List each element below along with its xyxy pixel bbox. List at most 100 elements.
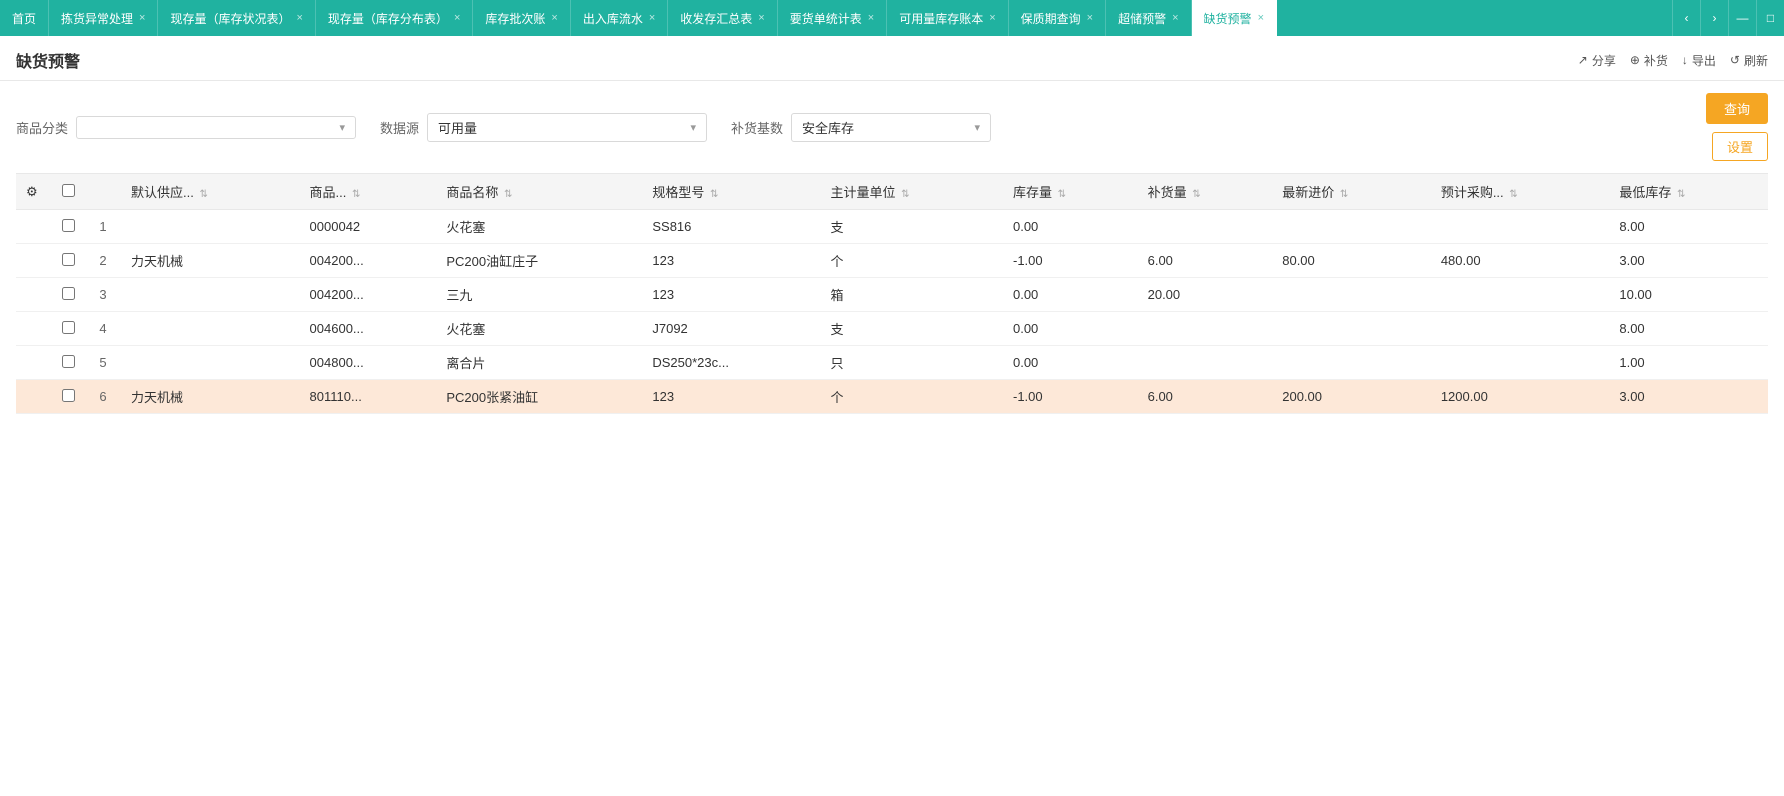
replenish-base-select[interactable]: 安全库存 ▾: [791, 113, 991, 142]
cell-supplier: 力天机械: [121, 244, 300, 278]
tab-batch-account[interactable]: 库存批次账 ×: [473, 0, 570, 36]
table-row[interactable]: 1 0000042 火花塞 SS816 支 0.00 8.00: [16, 210, 1768, 244]
close-icon[interactable]: ×: [1087, 12, 1093, 24]
table-row[interactable]: 4 004600... 火花塞 J7092 支 0.00 8.00: [16, 312, 1768, 346]
refresh-action[interactable]: ↺ 刷新: [1730, 52, 1768, 69]
cell-spec: SS816: [642, 210, 820, 244]
window-maximize-button[interactable]: □: [1756, 0, 1784, 36]
tab-inventory-status[interactable]: 现存量（库存状况表） ×: [158, 0, 315, 36]
cell-product-name: 火花塞: [436, 210, 642, 244]
export-action[interactable]: ↓ 导出: [1682, 52, 1716, 69]
close-icon[interactable]: ×: [139, 12, 145, 24]
close-icon[interactable]: ×: [1172, 12, 1178, 24]
close-icon[interactable]: ×: [868, 12, 874, 24]
tab-next-button[interactable]: ›: [1700, 0, 1728, 36]
table-row[interactable]: 5 004800... 离合片 DS250*23c... 只 0.00 1.00: [16, 346, 1768, 380]
row-checkbox[interactable]: [62, 219, 75, 232]
cell-product-name: PC200张紧油缸: [436, 380, 642, 414]
tab-expiry-query[interactable]: 保质期查询 ×: [1009, 0, 1106, 36]
cell-index: 4: [85, 312, 121, 346]
th-unit[interactable]: 主计量单位 ⇅: [820, 174, 1003, 210]
share-action[interactable]: ↗ 分享: [1578, 52, 1616, 69]
th-product-name[interactable]: 商品名称 ⇅: [436, 174, 642, 210]
tab-receive-summary[interactable]: 收发存汇总表 ×: [668, 0, 777, 36]
table-row[interactable]: 2 力天机械 004200... PC200油缸庄子 123 个 -1.00 6…: [16, 244, 1768, 278]
cell-checkbox[interactable]: [52, 312, 85, 346]
close-icon[interactable]: ×: [989, 12, 995, 24]
table-body: 1 0000042 火花塞 SS816 支 0.00 8.00 2 力天机械 0…: [16, 210, 1768, 414]
sort-icon: ⇅: [1677, 189, 1685, 200]
cell-checkbox[interactable]: [52, 380, 85, 414]
th-spec[interactable]: 规格型号 ⇅: [642, 174, 820, 210]
th-replenish-qty[interactable]: 补货量 ⇅: [1138, 174, 1273, 210]
cell-est-purchase: 1200.00: [1431, 380, 1610, 414]
export-icon: ↓: [1682, 53, 1688, 67]
th-checkbox: [52, 174, 85, 210]
cell-latest-price: [1272, 210, 1431, 244]
cell-est-purchase: [1431, 210, 1610, 244]
tab-available-ledger[interactable]: 可用量库存账本 ×: [887, 0, 1008, 36]
table-row[interactable]: 6 力天机械 801110... PC200张紧油缸 123 个 -1.00 6…: [16, 380, 1768, 414]
cell-replenish-qty: 6.00: [1138, 244, 1273, 278]
datasource-label: 数据源: [380, 118, 419, 137]
th-est-purchase[interactable]: 预计采购... ⇅: [1431, 174, 1610, 210]
sort-icon: ⇅: [504, 189, 512, 200]
row-checkbox[interactable]: [62, 253, 75, 266]
cell-min-stock: 10.00: [1609, 278, 1768, 312]
query-button[interactable]: 查询: [1706, 93, 1768, 124]
cell-checkbox[interactable]: [52, 346, 85, 380]
cell-replenish-qty: 6.00: [1138, 380, 1273, 414]
tab-inventory-dist[interactable]: 现存量（库存分布表） ×: [316, 0, 473, 36]
tab-inout-flow[interactable]: 出入库流水 ×: [571, 0, 668, 36]
cell-unit: 支: [820, 312, 1003, 346]
cell-stock-qty: 0.00: [1003, 278, 1138, 312]
tab-order-stats[interactable]: 要货单统计表 ×: [778, 0, 887, 36]
refresh-icon: ↺: [1730, 53, 1740, 67]
cell-est-purchase: [1431, 346, 1610, 380]
settings-button[interactable]: 设置: [1712, 132, 1768, 161]
cell-product-name: 火花塞: [436, 312, 642, 346]
cell-stock-qty: -1.00: [1003, 380, 1138, 414]
cell-checkbox[interactable]: [52, 244, 85, 278]
th-settings[interactable]: ⚙: [16, 174, 52, 210]
datasource-select[interactable]: 可用量 ▾: [427, 113, 707, 142]
close-icon[interactable]: ×: [649, 12, 655, 24]
cell-spec: 123: [642, 380, 820, 414]
row-checkbox[interactable]: [62, 287, 75, 300]
close-icon[interactable]: ×: [296, 12, 302, 24]
cell-settings: [16, 346, 52, 380]
close-icon[interactable]: ×: [551, 12, 557, 24]
th-latest-price[interactable]: 最新进价 ⇅: [1272, 174, 1431, 210]
replenish-base-value: 安全库存: [802, 118, 854, 137]
data-table: ⚙ 默认供应... ⇅ 商品... ⇅ 商品名称: [16, 173, 1768, 414]
row-checkbox[interactable]: [62, 355, 75, 368]
cell-stock-qty: 0.00: [1003, 346, 1138, 380]
th-min-stock[interactable]: 最低库存 ⇅: [1609, 174, 1768, 210]
replenish-action[interactable]: ⊕ 补货: [1630, 52, 1668, 69]
sort-icon: ⇅: [710, 189, 718, 200]
cell-product-code: 801110...: [300, 380, 437, 414]
close-icon[interactable]: ×: [454, 12, 460, 24]
th-supplier[interactable]: 默认供应... ⇅: [121, 174, 300, 210]
header-actions: ↗ 分享 ⊕ 补货 ↓ 导出 ↺ 刷新: [1578, 52, 1768, 69]
close-icon[interactable]: ×: [1258, 12, 1264, 24]
row-checkbox[interactable]: [62, 321, 75, 334]
row-checkbox[interactable]: [62, 389, 75, 402]
th-stock-qty[interactable]: 库存量 ⇅: [1003, 174, 1138, 210]
window-minimize-button[interactable]: —: [1728, 0, 1756, 36]
chevron-down-icon: ▾: [691, 121, 697, 134]
th-product-code[interactable]: 商品... ⇅: [300, 174, 437, 210]
cell-checkbox[interactable]: [52, 210, 85, 244]
select-all-checkbox[interactable]: [62, 184, 75, 197]
table-row[interactable]: 3 004200... 三九 123 箱 0.00 20.00 10.00: [16, 278, 1768, 312]
cell-checkbox[interactable]: [52, 278, 85, 312]
tab-home[interactable]: 首页: [0, 0, 49, 36]
tab-prev-button[interactable]: ‹: [1672, 0, 1700, 36]
cell-unit: 箱: [820, 278, 1003, 312]
cell-settings: [16, 244, 52, 278]
category-select[interactable]: ▾: [76, 116, 356, 139]
close-icon[interactable]: ×: [758, 12, 764, 24]
tab-overstock[interactable]: 超储预警 ×: [1106, 0, 1191, 36]
tab-abnormal[interactable]: 拣货异常处理 ×: [49, 0, 158, 36]
tab-shortage[interactable]: 缺货预警 ×: [1192, 0, 1277, 36]
